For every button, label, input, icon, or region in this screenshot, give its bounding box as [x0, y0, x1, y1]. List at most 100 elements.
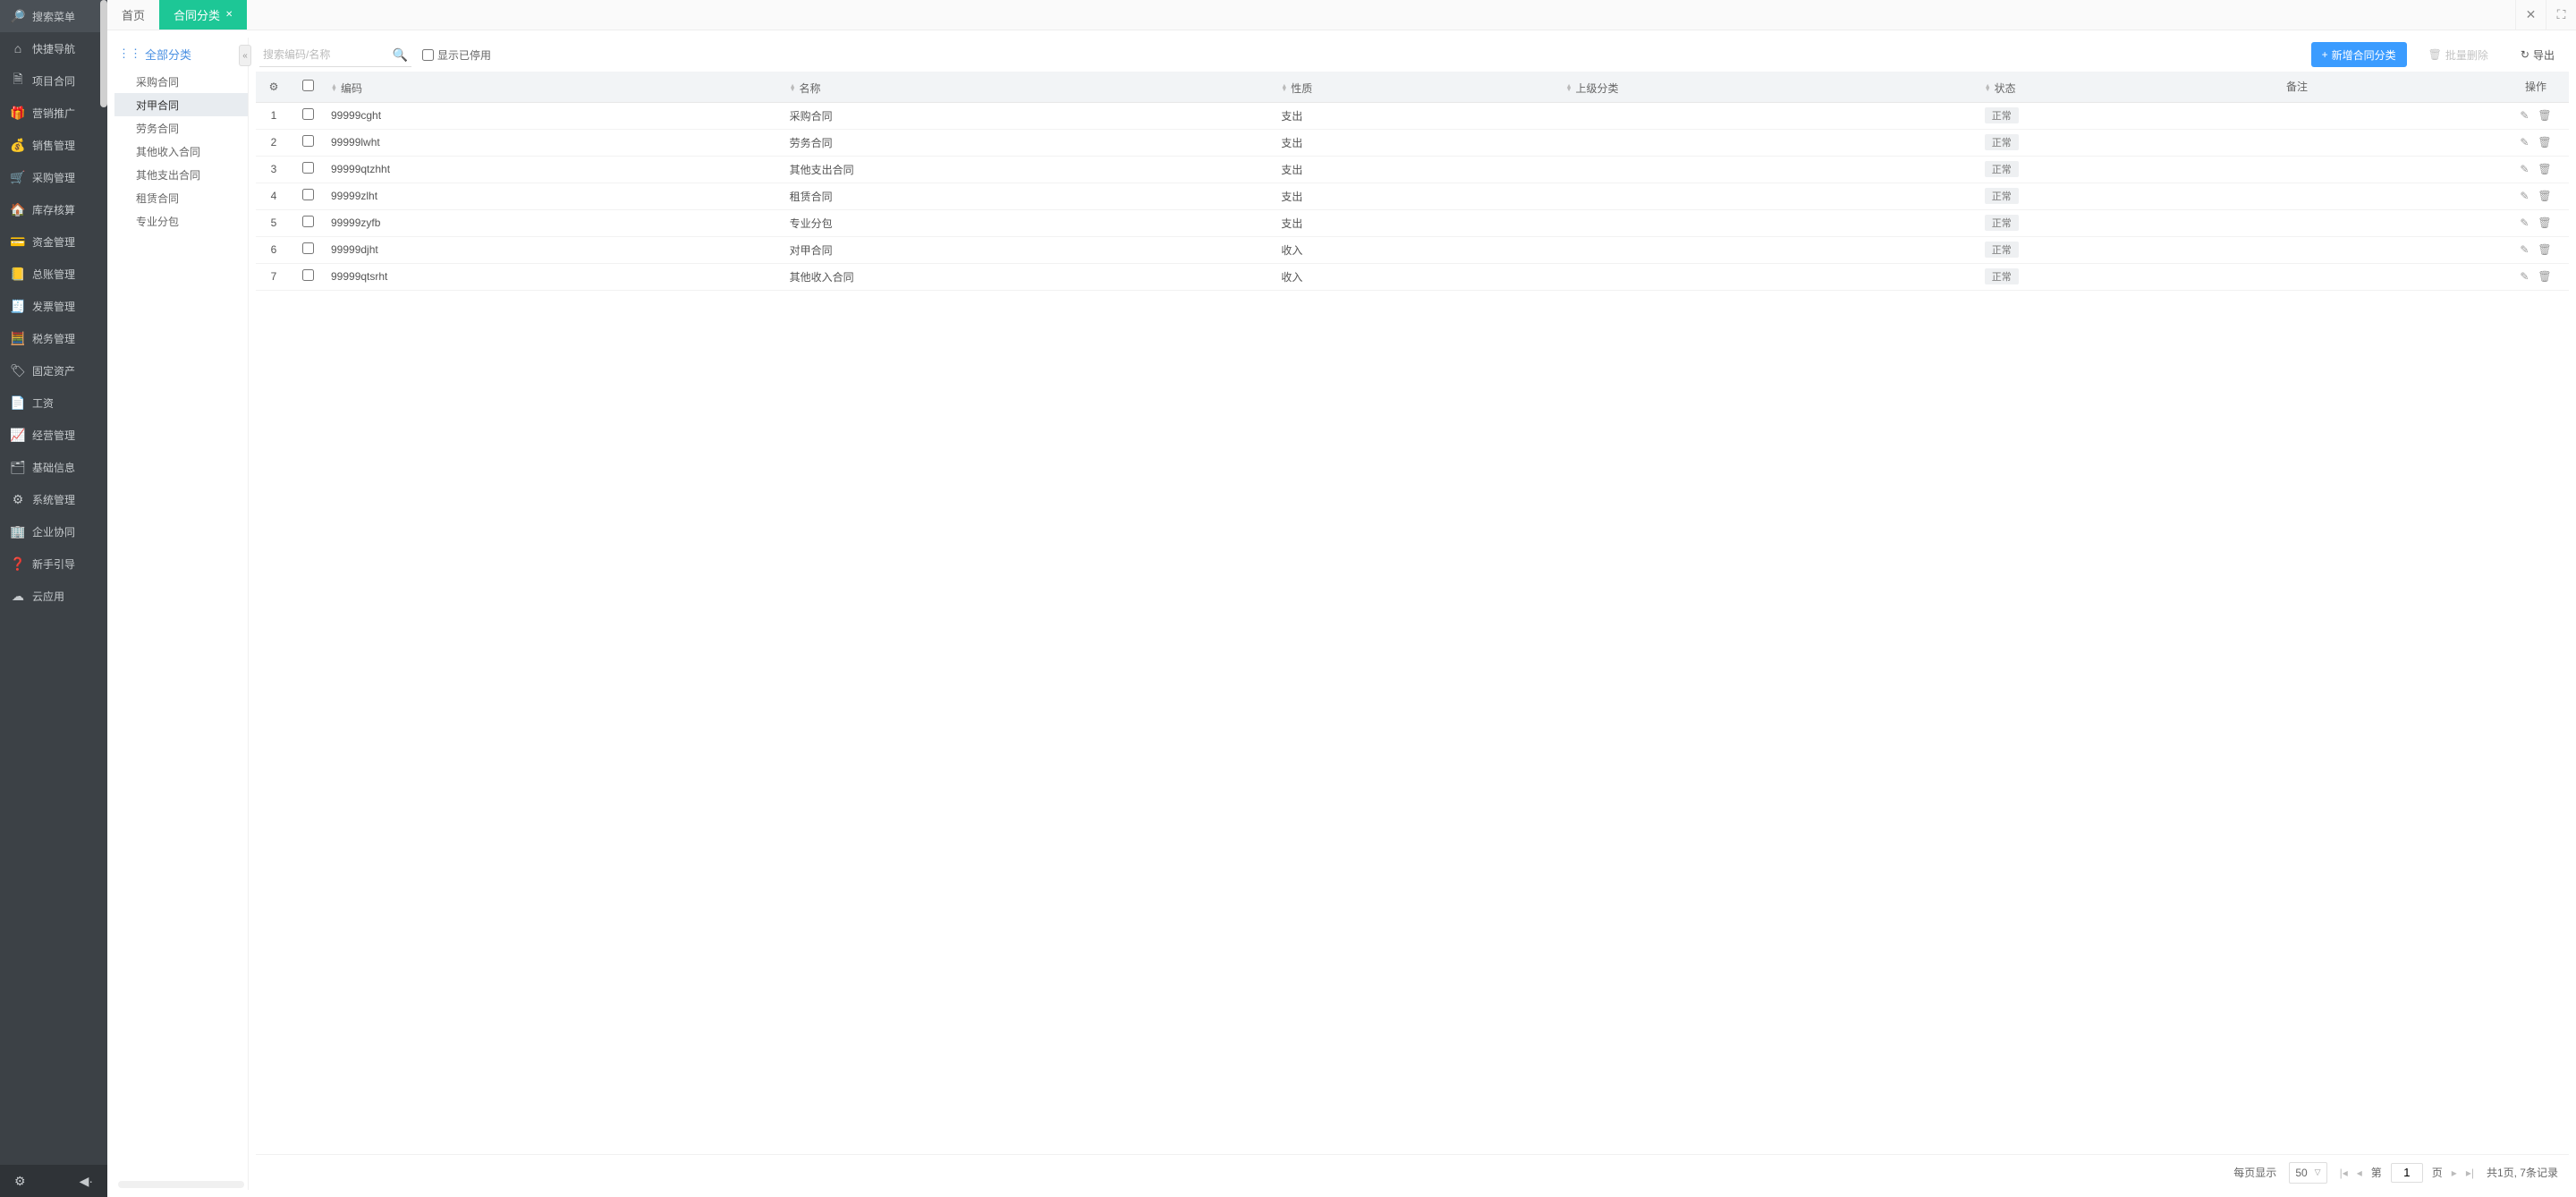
tree-item[interactable]: 专业分包	[114, 209, 248, 233]
sidebar-item-label: 销售管理	[32, 138, 75, 153]
cell-name: 采购合同	[783, 102, 1275, 129]
edit-icon[interactable]: ✎	[2520, 190, 2529, 202]
tree-item[interactable]: 采购合同	[114, 70, 248, 93]
tab-contract-category[interactable]: 合同分类 ✕	[159, 0, 247, 30]
show-disabled-toggle[interactable]: 显示已停用	[422, 47, 491, 63]
sidebar-item-ledger[interactable]: 📒总账管理	[0, 258, 107, 290]
add-category-button[interactable]: + 新增合同分类	[2311, 42, 2407, 67]
sidebar-item-tax[interactable]: 🧮税务管理	[0, 322, 107, 354]
cell-status: 正常	[1978, 263, 2279, 290]
sidebar-item-doc[interactable]: 🗎项目合同	[0, 64, 107, 97]
col-parent[interactable]: ▲▼上级分类	[1559, 72, 1978, 102]
search-input[interactable]	[259, 42, 411, 67]
edit-icon[interactable]: ✎	[2520, 109, 2529, 122]
close-icon[interactable]: ✕	[225, 10, 233, 20]
sidebar-item-guide[interactable]: ❓ 新手引导	[0, 548, 107, 580]
sidebar-item-search[interactable]: 🔎搜索菜单	[0, 0, 107, 32]
sidebar-item-home[interactable]: ⌂快捷导航	[0, 32, 107, 64]
delete-icon[interactable]: 🗑	[2538, 243, 2551, 256]
sidebar-item-cloud[interactable]: ☁云应用	[0, 580, 107, 612]
delete-icon[interactable]: 🗑	[2538, 163, 2551, 175]
delete-icon[interactable]: 🗑	[2538, 270, 2551, 283]
row-index: 5	[256, 209, 292, 236]
cell-nature: 收入	[1274, 236, 1558, 263]
tree-item[interactable]: 对甲合同	[114, 93, 248, 116]
sidebar-item-corp[interactable]: 🏢企业协同	[0, 515, 107, 548]
col-checkbox-all[interactable]	[292, 72, 324, 102]
money-icon: 💳	[11, 234, 25, 249]
tabbar: 首页 合同分类 ✕ ✕ ⛶	[107, 0, 2576, 30]
edit-icon[interactable]: ✎	[2520, 216, 2529, 229]
row-checkbox[interactable]	[302, 135, 314, 147]
pager-first[interactable]: |◂	[2340, 1167, 2348, 1179]
col-ops: 操作	[2503, 72, 2569, 102]
sidebar-item-base[interactable]: 🗂基础信息	[0, 451, 107, 483]
corp-icon: 🏢	[11, 524, 25, 539]
salary-icon: 📄	[11, 395, 25, 410]
sidebar-item-sys[interactable]: ⚙系统管理	[0, 483, 107, 515]
col-remark[interactable]: 备注	[2279, 72, 2503, 102]
delete-icon[interactable]: 🗑	[2538, 136, 2551, 149]
sidebar-item-salary[interactable]: 📄工资	[0, 386, 107, 419]
row-checkbox[interactable]	[302, 189, 314, 200]
tree-hscroll[interactable]	[114, 1179, 248, 1190]
sidebar-item-label: 经营管理	[32, 428, 75, 443]
row-checkbox[interactable]	[302, 242, 314, 254]
sidebar-item-house[interactable]: 🏠库存核算	[0, 193, 107, 225]
collapse-sidebar-icon[interactable]: ◀︎·	[80, 1174, 93, 1189]
gear-icon[interactable]: ⚙	[14, 1174, 26, 1189]
row-checkbox[interactable]	[302, 108, 314, 120]
pager-last[interactable]: ▸|	[2466, 1167, 2474, 1179]
row-checkbox[interactable]	[302, 216, 314, 227]
sidebar-item-money[interactable]: 💳资金管理	[0, 225, 107, 258]
export-button[interactable]: ↻ 导出	[2510, 42, 2565, 67]
edit-icon[interactable]: ✎	[2520, 136, 2529, 149]
edit-icon[interactable]: ✎	[2520, 243, 2529, 256]
delete-icon[interactable]: 🗑	[2538, 190, 2551, 202]
search-icon[interactable]: 🔍	[393, 47, 408, 63]
select-all-checkbox[interactable]	[302, 80, 314, 91]
sidebar-item-asset[interactable]: 🏷固定资产	[0, 354, 107, 386]
delete-icon[interactable]: 🗑	[2538, 216, 2551, 229]
ledger-icon: 📒	[11, 267, 25, 281]
row-checkbox[interactable]	[302, 269, 314, 281]
sidebar-item-biz[interactable]: 📈经营管理	[0, 419, 107, 451]
tree-header[interactable]: ⋮⋮ 全部分类	[114, 38, 248, 70]
pager-next[interactable]: ▸	[2452, 1167, 2457, 1179]
pager-prev[interactable]: ◂	[2357, 1167, 2362, 1179]
sidebar-item-invoice[interactable]: 🧾发票管理	[0, 290, 107, 322]
edit-icon[interactable]: ✎	[2520, 270, 2529, 283]
page-size-select[interactable]: 50 ▽	[2289, 1162, 2326, 1184]
row-checkbox[interactable]	[302, 162, 314, 174]
tree-item[interactable]: 租赁合同	[114, 186, 248, 209]
cell-name: 劳务合同	[783, 129, 1275, 156]
cell-parent	[1559, 209, 1978, 236]
sidebar-item-cart[interactable]: 🛒采购管理	[0, 161, 107, 193]
batch-delete-button[interactable]: 🗑 批量删除	[2418, 42, 2499, 67]
tab-home[interactable]: 首页	[107, 0, 159, 30]
tree-item[interactable]: 其他支出合同	[114, 163, 248, 186]
col-name[interactable]: ▲▼名称	[783, 72, 1275, 102]
pagination-footer: 每页显示 50 ▽ |◂ ◂ 第 页 ▸ ▸| 共1页, 7条记录	[256, 1154, 2569, 1190]
col-code[interactable]: ▲▼编码	[324, 72, 783, 102]
col-nature[interactable]: ▲▼性质	[1274, 72, 1558, 102]
sidebar-item-gift[interactable]: 🎁营销推广	[0, 97, 107, 129]
sidebar-item-label: 新手引导	[32, 556, 75, 572]
status-badge: 正常	[1985, 215, 2019, 231]
edit-icon[interactable]: ✎	[2520, 163, 2529, 175]
collapse-tree-button[interactable]: «	[239, 45, 251, 66]
col-status[interactable]: ▲▼状态	[1978, 72, 2279, 102]
cell-nature: 支出	[1274, 183, 1558, 209]
cell-status: 正常	[1978, 129, 2279, 156]
tab-close-button[interactable]: ✕	[2515, 0, 2546, 30]
guide-icon: ❓	[11, 556, 25, 571]
page-input[interactable]	[2391, 1163, 2423, 1183]
col-settings[interactable]: ⚙	[256, 72, 292, 102]
tree-item[interactable]: 其他收入合同	[114, 140, 248, 163]
sidebar-scrollbar[interactable]	[100, 0, 107, 107]
tree-item[interactable]: 劳务合同	[114, 116, 248, 140]
sidebar-item-cash[interactable]: 💰销售管理	[0, 129, 107, 161]
fullscreen-icon[interactable]: ⛶	[2546, 0, 2576, 30]
delete-icon[interactable]: 🗑	[2538, 109, 2551, 122]
show-disabled-checkbox[interactable]	[422, 49, 434, 61]
